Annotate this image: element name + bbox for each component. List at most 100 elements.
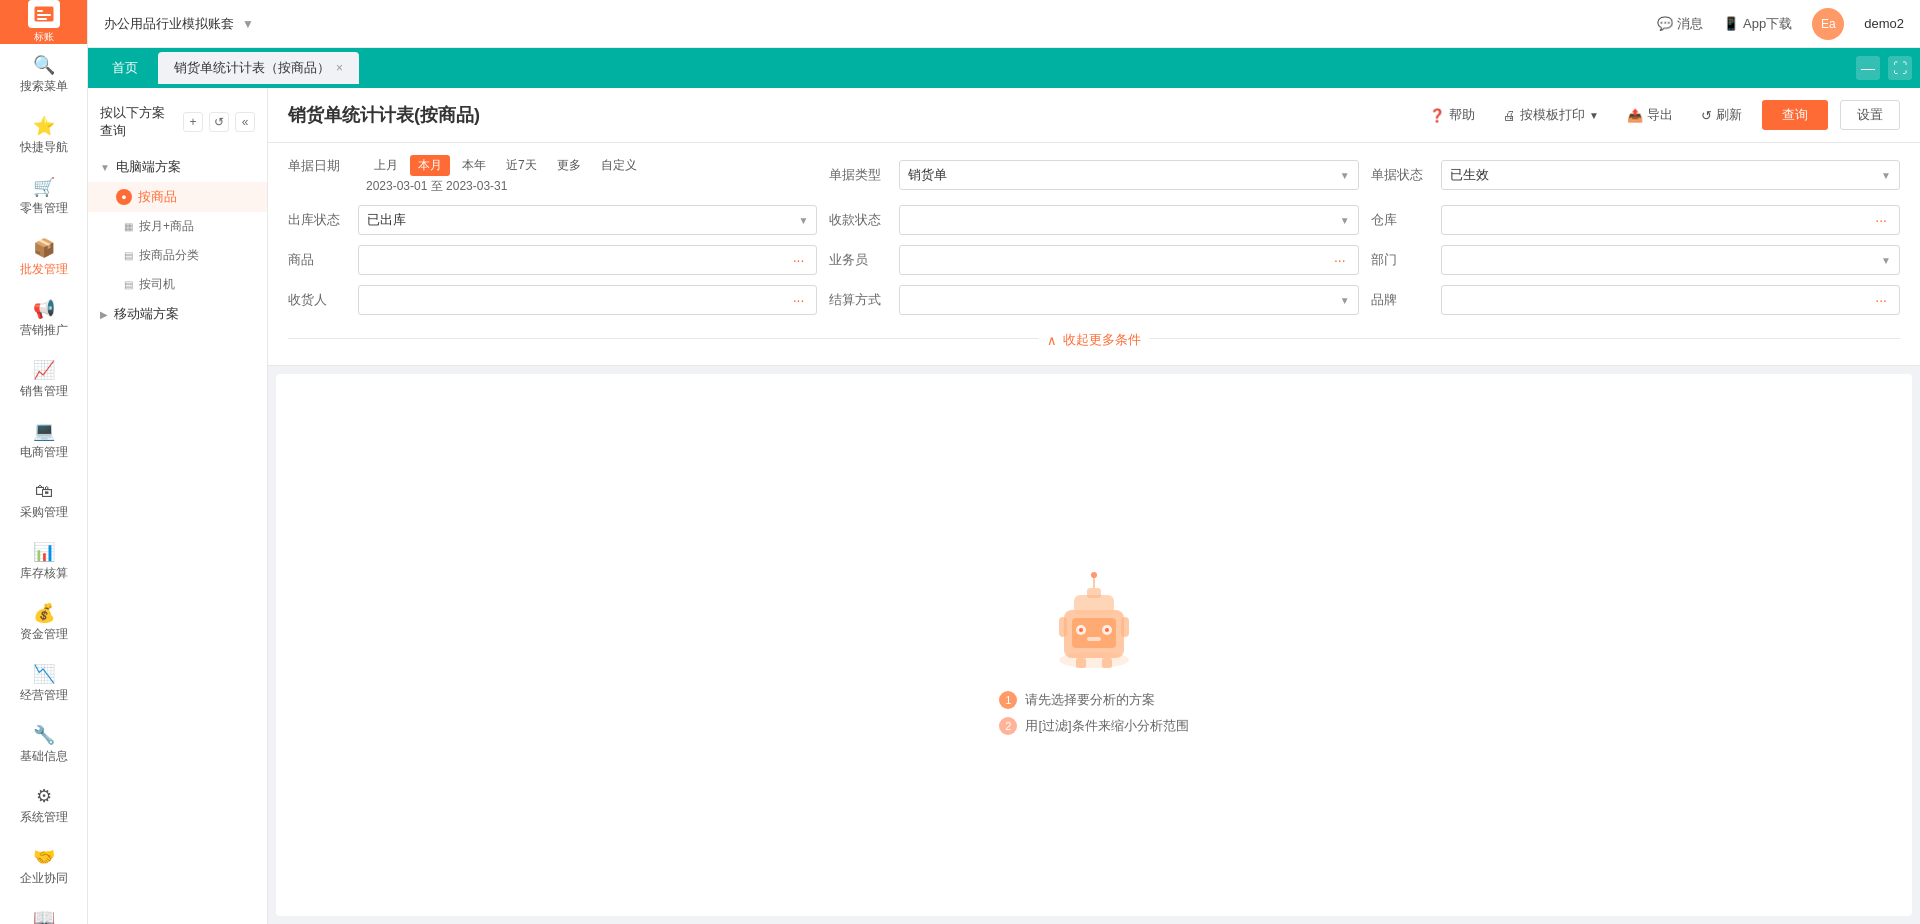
receiver-select[interactable]: ··· (358, 285, 817, 315)
sidebar-item-inventory[interactable]: 📊 库存核算 (0, 531, 88, 592)
collapse-btn[interactable]: ∧ 收起更多条件 (1047, 323, 1141, 353)
sidebar-label-purchase: 采购管理 (20, 505, 68, 519)
sidebar-item-ops[interactable]: 📉 经营管理 (0, 653, 88, 714)
sidebar-item-guide[interactable]: 📖 新手引导 (0, 897, 88, 924)
empty-illustration (1034, 555, 1154, 675)
sidebar-item-corp[interactable]: 🤝 企业协同 (0, 836, 88, 897)
refresh-btn[interactable]: ↺ 刷新 (1693, 102, 1750, 128)
date-tab-7days[interactable]: 近7天 (498, 155, 545, 176)
warehouse-ellipsis[interactable]: ··· (1871, 212, 1891, 228)
add-scheme-btn[interactable]: + (183, 112, 203, 132)
product-select[interactable]: ··· (358, 245, 817, 275)
sidebar-item-purchase[interactable]: 🛍 采购管理 (0, 471, 88, 531)
message-action[interactable]: 💬 消息 (1657, 15, 1703, 33)
doc-type-select[interactable]: 销货单 ▼ (899, 160, 1358, 190)
empty-state: 1 请先选择要分析的方案 2 用[过滤]条件来缩小分析范围 (276, 374, 1912, 916)
salesperson-ellipsis[interactable]: ··· (1330, 252, 1350, 268)
brand-ellipsis[interactable]: ··· (1871, 292, 1891, 308)
sub-label-2: 按商品分类 (139, 247, 199, 264)
scheme-item-by-product[interactable]: ● 按商品 (88, 182, 267, 212)
svg-rect-3 (37, 18, 47, 20)
filter-row-1: 单据日期 上月 本月 本年 近7天 更多 自定义 2023-03-0 (288, 155, 1900, 195)
collapse-scheme-btn[interactable]: « (235, 112, 255, 132)
search-icon: 🔍 (4, 54, 84, 76)
divider-left (288, 338, 1039, 339)
warehouse-status-select[interactable]: 已出库 ▼ (358, 205, 817, 235)
sidebar-item-system[interactable]: ⚙ 系统管理 (0, 775, 88, 836)
date-tab-custom[interactable]: 自定义 (593, 155, 645, 176)
date-tab-this-year[interactable]: 本年 (454, 155, 494, 176)
svg-rect-11 (1087, 637, 1101, 641)
tab-maximize-btn[interactable]: ⛶ (1888, 56, 1912, 80)
sidebar-label-ecom: 电商管理 (20, 445, 68, 459)
brand-label: 品牌 (1371, 291, 1441, 309)
guide-icon: 📖 (4, 907, 84, 924)
app-download-action[interactable]: 📱 App下载 (1723, 15, 1792, 33)
tab-minimize-btn[interactable]: — (1856, 56, 1880, 80)
user-avatar[interactable]: Ea (1812, 8, 1844, 40)
settings-button[interactable]: 设置 (1840, 100, 1900, 130)
svg-rect-15 (1102, 658, 1112, 668)
tab-home[interactable]: 首页 (96, 52, 154, 84)
warehouse-name-select[interactable]: ··· (1441, 205, 1900, 235)
help-btn[interactable]: ❓ 帮助 (1421, 102, 1483, 128)
tip-num-1: 1 (999, 691, 1017, 709)
scheme-group-desktop[interactable]: ▼ 电脑端方案 (88, 152, 267, 182)
salesperson-control: ··· (899, 245, 1358, 275)
product-ellipsis[interactable]: ··· (789, 252, 809, 268)
salesperson-select[interactable]: ··· (899, 245, 1358, 275)
sidebar-item-basic[interactable]: 🔧 基础信息 (0, 714, 88, 775)
query-button[interactable]: 查询 (1762, 100, 1828, 130)
settlement-select[interactable]: ▼ (899, 285, 1358, 315)
doc-status-select[interactable]: 已生效 ▼ (1441, 160, 1900, 190)
filter-row-2: 出库状态 已出库 ▼ 收款状态 ▼ (288, 205, 1900, 235)
svg-rect-14 (1076, 658, 1086, 668)
tip-num-2: 2 (999, 717, 1017, 735)
help-label: 帮助 (1449, 106, 1475, 124)
scheme-active-icon: ● (116, 189, 132, 205)
settlement-arrow: ▼ (1340, 295, 1350, 306)
app-logo[interactable]: 标账 (0, 0, 88, 44)
finance-icon: 💰 (4, 602, 84, 624)
tab-close-icon[interactable]: × (336, 61, 343, 75)
settlement-control: ▼ (899, 285, 1358, 315)
ops-icon: 📉 (4, 663, 84, 685)
sidebar-item-search[interactable]: 🔍 搜索菜单 (0, 44, 88, 105)
tab-active[interactable]: 销货单统计计表（按商品） × (158, 52, 359, 84)
scheme-group-mobile[interactable]: ▶ 移动端方案 (88, 299, 267, 329)
doc-type-value: 销货单 (908, 166, 947, 184)
sales-icon: 📈 (4, 359, 84, 381)
doc-type-arrow: ▼ (1340, 170, 1350, 181)
message-label: 消息 (1677, 15, 1703, 33)
sidebar-item-finance[interactable]: 💰 资金管理 (0, 592, 88, 653)
scheme-sub-by-driver[interactable]: ▤ 按司机 (88, 270, 267, 299)
sidebar-item-marketing[interactable]: 📢 营销推广 (0, 288, 88, 349)
date-tab-this-month[interactable]: 本月 (410, 155, 450, 176)
template-print-btn[interactable]: 🖨 按模板打印 ▼ (1495, 102, 1607, 128)
sidebar-item-retail[interactable]: 🛒 零售管理 (0, 166, 88, 227)
filter-warehouse-name: 仓库 ··· (1371, 205, 1900, 235)
user-initial: Ea (1821, 17, 1836, 31)
purchase-icon: 🛍 (4, 481, 84, 502)
sidebar-item-quick-nav[interactable]: ⭐ 快捷导航 (0, 105, 88, 166)
retail-icon: 🛒 (4, 176, 84, 198)
refresh-label: 刷新 (1716, 106, 1742, 124)
header-dropdown-icon[interactable]: ▼ (242, 17, 254, 31)
empty-tip-2: 2 用[过滤]条件来缩小分析范围 (999, 717, 1188, 735)
export-btn[interactable]: 📤 导出 (1619, 102, 1681, 128)
sidebar-item-sales[interactable]: 📈 销售管理 (0, 349, 88, 410)
refresh-scheme-btn[interactable]: ↺ (209, 112, 229, 132)
sidebar-item-ecom[interactable]: 💻 电商管理 (0, 410, 88, 471)
brand-select[interactable]: ··· (1441, 285, 1900, 315)
tip-text-2: 用[过滤]条件来缩小分析范围 (1025, 717, 1188, 735)
payment-status-select[interactable]: ▼ (899, 205, 1358, 235)
warehouse-status-arrow: ▼ (798, 215, 808, 226)
date-tab-last-month[interactable]: 上月 (366, 155, 406, 176)
scheme-sub-by-category[interactable]: ▤ 按商品分类 (88, 241, 267, 270)
sidebar-item-wholesale[interactable]: 📦 批发管理 (0, 227, 88, 288)
svg-rect-1 (37, 10, 43, 12)
receiver-ellipsis[interactable]: ··· (789, 292, 809, 308)
scheme-sub-by-month-product[interactable]: ▦ 按月+商品 (88, 212, 267, 241)
department-select[interactable]: ▼ (1441, 245, 1900, 275)
date-tab-more[interactable]: 更多 (549, 155, 589, 176)
